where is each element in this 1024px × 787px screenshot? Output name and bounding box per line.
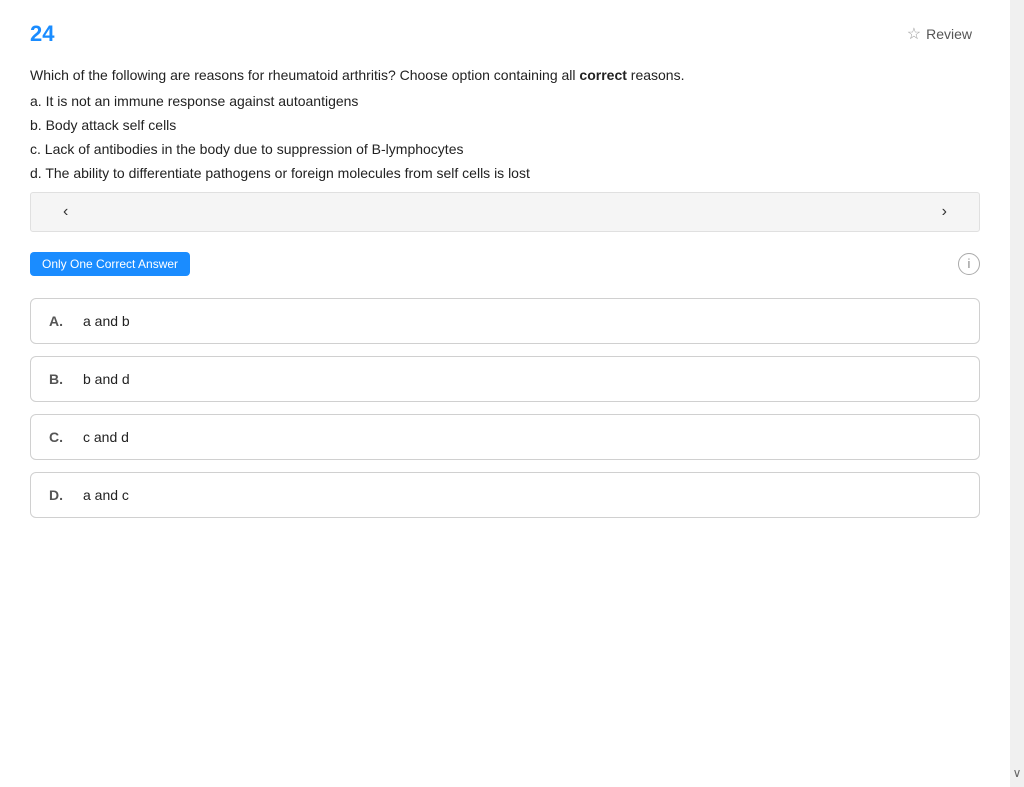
badge-row: Only One Correct Answer i [30,252,980,276]
scroll-left-arrow[interactable]: ‹ [59,201,72,223]
review-label: Review [926,26,972,42]
option-text-d: a and c [83,487,129,503]
question-option-d: d. The ability to differentiate pathogen… [30,162,980,186]
question-number: 24 [30,21,54,47]
option-text-b: b and d [83,371,130,387]
option-label-d: D. [49,487,67,503]
answer-option-b[interactable]: B. b and d [30,356,980,402]
review-button[interactable]: ☆ Review [899,20,980,48]
scroll-container: ‹ › [30,192,980,232]
scroll-right-arrow[interactable]: › [938,201,951,223]
question-option-a: a. It is not an immune response against … [30,90,980,114]
page-container: 24 ☆ Review Which of the following are r… [0,0,1024,787]
question-text-suffix: reasons. [627,67,685,83]
question-option-c: c. Lack of antibodies in the body due to… [30,138,980,162]
question-bold-text: correct [579,67,626,83]
info-icon-symbol: i [968,256,971,271]
question-option-b: b. Body attack self cells [30,114,980,138]
answer-option-a[interactable]: A. a and b [30,298,980,344]
scroll-down-arrow[interactable]: ∨ [1010,763,1024,783]
info-icon[interactable]: i [958,253,980,275]
answer-option-c[interactable]: C. c and d [30,414,980,460]
scrollbar: ∨ [1010,0,1024,787]
main-content: 24 ☆ Review Which of the following are r… [0,0,1010,787]
answer-options: A. a and b B. b and d C. c and d D. a an… [30,298,980,518]
option-label-a: A. [49,313,67,329]
option-text-c: c and d [83,429,129,445]
header-row: 24 ☆ Review [30,20,980,48]
question-block: Which of the following are reasons for r… [30,64,980,186]
question-text: Which of the following are reasons for r… [30,64,980,86]
answer-option-d[interactable]: D. a and c [30,472,980,518]
only-one-badge: Only One Correct Answer [30,252,190,276]
star-icon: ☆ [907,24,921,44]
option-text-a: a and b [83,313,130,329]
question-options-list: a. It is not an immune response against … [30,90,980,185]
question-text-prefix: Which of the following are reasons for r… [30,67,579,83]
option-label-b: B. [49,371,67,387]
option-label-c: C. [49,429,67,445]
